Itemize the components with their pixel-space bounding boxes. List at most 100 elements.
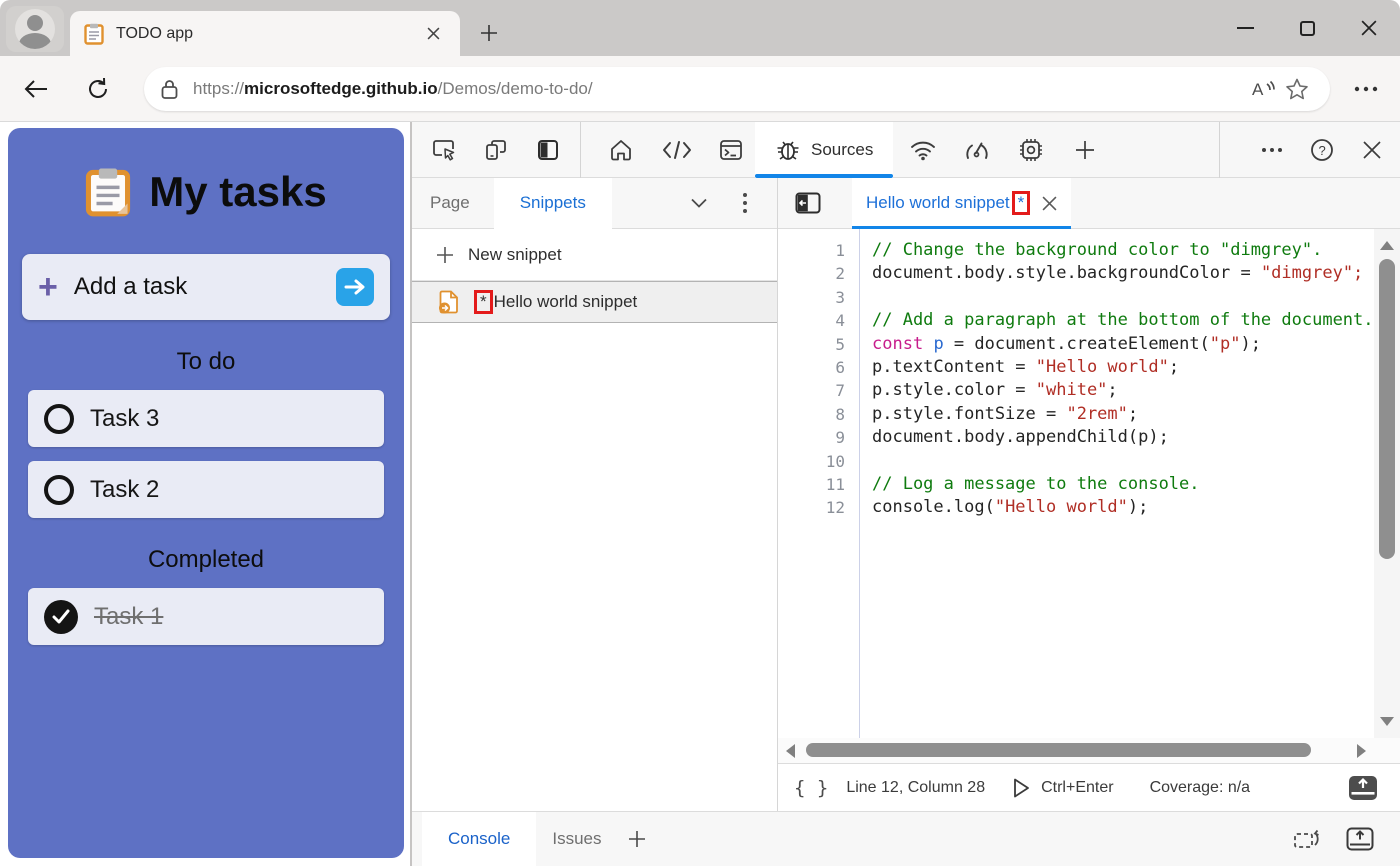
cursor-position: Line 12, Column 28 <box>846 779 985 797</box>
browser-tab-todo-app[interactable]: TODO app <box>70 11 460 56</box>
todo-app-panel: My tasks + Add a task To do Task 3 <box>8 128 404 858</box>
scroll-left-arrow[interactable] <box>786 744 795 758</box>
devtools-customize-button[interactable] <box>1254 132 1290 168</box>
editor-tab-hello-world-snippet[interactable]: Hello world snippet * <box>852 178 1071 229</box>
code-line[interactable]: document.body.style.backgroundColor = "d… <box>872 262 1400 285</box>
refresh-button[interactable] <box>76 67 120 111</box>
horizontal-scrollbar-thumb[interactable] <box>806 743 1311 757</box>
task-row-completed[interactable]: Task 1 <box>28 588 384 645</box>
sources-panel-body: Page Snippets <box>412 178 1400 811</box>
code-line[interactable] <box>872 286 1400 309</box>
dock-side-button[interactable] <box>530 132 566 168</box>
browser-settings-button[interactable] <box>1346 69 1386 109</box>
window-maximize-button[interactable] <box>1276 0 1338 56</box>
memory-tab-button[interactable] <box>1013 132 1049 168</box>
content-area: My tasks + Add a task To do Task 3 <box>0 122 1400 866</box>
drawer-tab-issues[interactable]: Issues <box>552 829 601 849</box>
scroll-right-arrow[interactable] <box>1357 744 1366 758</box>
line-number: 7 <box>778 379 845 402</box>
code-line[interactable]: // Add a paragraph at the bottom of the … <box>872 309 1400 332</box>
code-line[interactable] <box>872 450 1400 473</box>
editor-tab-title: Hello world snippet <box>866 193 1010 213</box>
line-number: 11 <box>778 473 845 496</box>
devtools-drawer: Console Issues <box>412 811 1400 866</box>
snippet-name: Hello world snippet <box>494 292 638 312</box>
drawer-dock-button[interactable] <box>1290 821 1326 857</box>
scroll-down-arrow[interactable] <box>1380 717 1394 726</box>
read-aloud-button[interactable]: A <box>1246 72 1280 106</box>
performance-tab-button[interactable] <box>959 132 995 168</box>
url-path: /Demos/demo-to-do/ <box>438 79 593 98</box>
add-task-button[interactable] <box>336 268 374 306</box>
navigator-menu-button[interactable] <box>727 185 763 221</box>
drawer-more-tools-button[interactable] <box>628 830 646 848</box>
devtools-close-button[interactable] <box>1354 132 1390 168</box>
toolbar-separator <box>580 122 581 178</box>
devtools-help-button[interactable]: ? <box>1304 132 1340 168</box>
console-tab-label: Console <box>448 829 510 849</box>
drawer-expand-button[interactable] <box>1342 821 1378 857</box>
window-controls <box>1214 0 1400 56</box>
task-row[interactable]: Task 2 <box>28 461 384 518</box>
code-editor[interactable]: 123456789101112 // Change the background… <box>778 229 1400 738</box>
code-line[interactable]: // Log a message to the console. <box>872 473 1400 496</box>
code-line[interactable]: console.log("Hello world"); <box>872 496 1400 519</box>
minimize-icon <box>1237 27 1254 29</box>
device-emulation-button[interactable] <box>478 132 514 168</box>
add-task-input[interactable]: + Add a task <box>22 254 390 320</box>
panel-up-icon <box>1348 775 1378 801</box>
vertical-scrollbar[interactable] <box>1374 229 1400 738</box>
code-line[interactable]: p.style.color = "white"; <box>872 379 1400 402</box>
close-icon <box>427 27 440 40</box>
network-tab-button[interactable] <box>905 132 941 168</box>
undock-refresh-icon <box>1293 827 1323 851</box>
horizontal-scrollbar[interactable] <box>778 738 1400 763</box>
inspect-element-button[interactable] <box>426 132 462 168</box>
task-checkbox-checked[interactable] <box>44 600 78 634</box>
window-minimize-button[interactable] <box>1214 0 1276 56</box>
profile-button[interactable] <box>6 6 64 52</box>
profile-avatar-icon <box>15 9 55 49</box>
address-bar[interactable]: https://microsoftedge.github.io/Demos/de… <box>144 67 1330 111</box>
ellipsis-icon <box>1354 86 1378 92</box>
drawer-tab-console[interactable]: Console <box>422 812 536 866</box>
add-task-label: Add a task <box>74 273 336 301</box>
new-tab-button[interactable] <box>474 18 504 48</box>
favorites-button[interactable] <box>1280 72 1314 106</box>
tab-close-button[interactable] <box>420 21 446 47</box>
vertical-scrollbar-thumb[interactable] <box>1379 259 1395 559</box>
code-line[interactable]: document.body.appendChild(p); <box>872 426 1400 449</box>
show-drawer-button[interactable] <box>1348 775 1378 801</box>
more-tools-button[interactable] <box>1067 132 1103 168</box>
elements-tab-button[interactable] <box>659 132 695 168</box>
snippet-file-icon <box>438 289 460 315</box>
code-line[interactable]: p.textContent = "Hello world"; <box>872 356 1400 379</box>
snippet-list-item-selected[interactable]: * Hello world snippet <box>412 281 777 323</box>
collapse-navigator-button[interactable] <box>790 185 826 221</box>
code-lines[interactable]: // Change the background color to "dimgr… <box>860 229 1400 738</box>
editor-tab-close-button[interactable] <box>1042 196 1057 211</box>
code-line[interactable]: p.style.fontSize = "2rem"; <box>872 403 1400 426</box>
more-tabs-button[interactable] <box>681 185 717 221</box>
tab-page[interactable]: Page <box>430 193 470 213</box>
new-snippet-button[interactable]: New snippet <box>412 229 777 281</box>
welcome-tab-button[interactable] <box>603 132 639 168</box>
code-line[interactable]: // Change the background color to "dimgr… <box>872 239 1400 262</box>
tab-snippets[interactable]: Snippets <box>494 178 612 229</box>
tab-sources[interactable]: Sources <box>755 122 893 178</box>
window-close-button[interactable] <box>1338 0 1400 56</box>
scroll-up-arrow[interactable] <box>1380 241 1394 250</box>
close-icon <box>1363 141 1381 159</box>
pretty-print-button[interactable]: { } <box>794 777 828 799</box>
run-snippet-icon[interactable] <box>1011 777 1031 799</box>
task-row[interactable]: Task 3 <box>28 390 384 447</box>
dock-panel-icon <box>537 139 559 161</box>
line-number: 6 <box>778 356 845 379</box>
console-tab-button[interactable] <box>713 132 749 168</box>
back-arrow-icon <box>23 78 49 100</box>
plus-icon <box>1075 140 1095 160</box>
task-checkbox-unchecked[interactable] <box>44 475 74 505</box>
task-checkbox-unchecked[interactable] <box>44 404 74 434</box>
back-button[interactable] <box>14 67 58 111</box>
code-line[interactable]: const p = document.createElement("p"); <box>872 333 1400 356</box>
